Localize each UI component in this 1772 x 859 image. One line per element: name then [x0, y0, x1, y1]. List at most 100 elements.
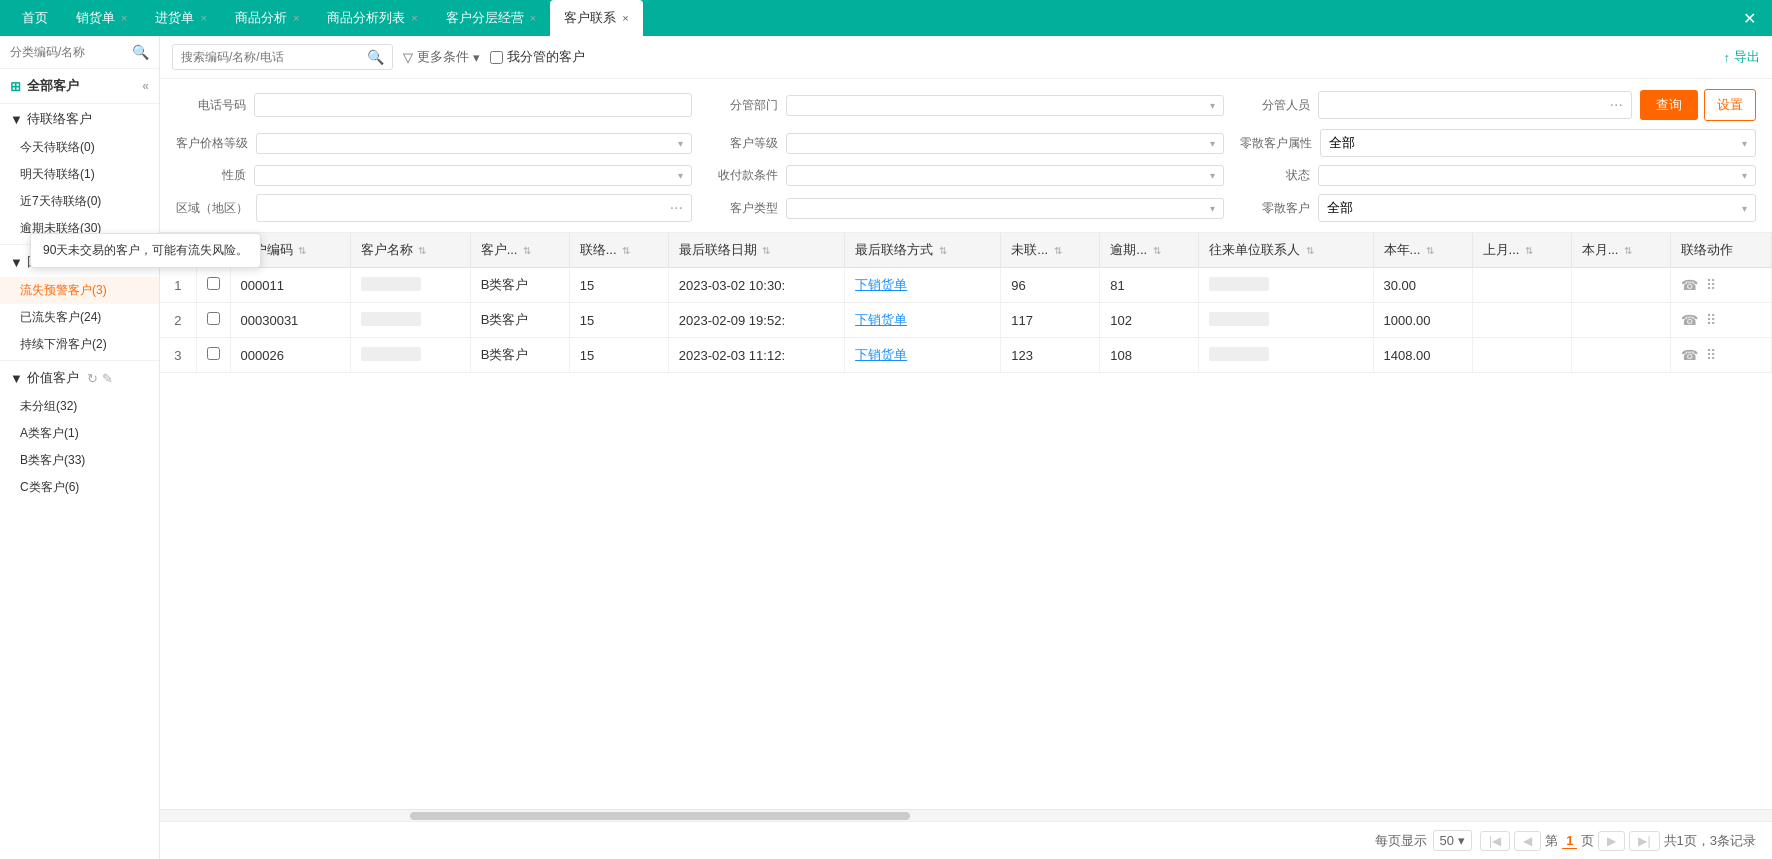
- collapse-icon[interactable]: «: [142, 79, 149, 93]
- settings-button[interactable]: 设置: [1704, 89, 1756, 121]
- nature-select[interactable]: ▾: [254, 165, 692, 186]
- sidebar-item-churn-warning[interactable]: 流失预警客户(3): [0, 277, 159, 304]
- per-page-label: 每页显示: [1375, 832, 1427, 850]
- row-contact: 15: [569, 338, 668, 373]
- close-icon[interactable]: ×: [200, 12, 206, 24]
- sidebar-item-declining[interactable]: 持续下滑客户(2): [0, 331, 159, 358]
- first-page-button[interactable]: |◀: [1480, 831, 1510, 851]
- tab-product-analysis[interactable]: 商品分析 ×: [221, 0, 313, 36]
- sidebar-item-ungrouped[interactable]: 未分组(32): [0, 393, 159, 420]
- per-page-select[interactable]: 50 ▾: [1433, 830, 1472, 851]
- last-method-link[interactable]: 下销货单: [855, 312, 907, 327]
- zero-attr-select[interactable]: 全部 ▾: [1320, 129, 1756, 157]
- status-select[interactable]: ▾: [1318, 165, 1756, 186]
- col-uncontacted[interactable]: 未联... ⇅: [1001, 233, 1100, 268]
- contact-icon[interactable]: ☎: [1681, 347, 1698, 363]
- sidebar-search-input[interactable]: [10, 45, 126, 59]
- query-button[interactable]: 查询: [1640, 90, 1698, 120]
- close-icon[interactable]: ×: [121, 12, 127, 24]
- region-label: 区域（地区）: [176, 200, 248, 217]
- filter-zero-customer-row: 零散客户 全部 ▾: [1240, 194, 1756, 222]
- row-index: 2: [160, 303, 196, 338]
- last-page-button[interactable]: ▶|: [1629, 831, 1659, 851]
- horizontal-scrollbar[interactable]: [160, 809, 1772, 821]
- col-name[interactable]: 客户名称 ⇅: [350, 233, 470, 268]
- customer-type-select[interactable]: ▾: [786, 198, 1224, 219]
- tab-product-analysis-list[interactable]: 商品分析列表 ×: [313, 0, 431, 36]
- next-page-button[interactable]: ▶: [1598, 831, 1625, 851]
- row-checkbox-input[interactable]: [207, 347, 220, 360]
- edit-icon[interactable]: ✎: [102, 371, 113, 386]
- sidebar-item-7day-contact[interactable]: 近7天待联络(0): [0, 188, 159, 215]
- chevron-down-icon: ▾: [1742, 138, 1747, 149]
- sidebar-group-value[interactable]: ▼ 价值客户 ↻ ✎: [0, 363, 159, 393]
- row-checkbox-input[interactable]: [207, 277, 220, 290]
- prev-page-button[interactable]: ◀: [1514, 831, 1541, 851]
- search-input[interactable]: [181, 50, 361, 64]
- more-dots-icon[interactable]: ···: [1610, 96, 1623, 114]
- row-overdue: 108: [1100, 338, 1199, 373]
- phone-input[interactable]: [254, 93, 692, 117]
- last-method-link[interactable]: 下销货单: [855, 277, 907, 292]
- window-close-button[interactable]: ✕: [1735, 9, 1764, 28]
- contact-icon[interactable]: ☎: [1681, 312, 1698, 328]
- row-checkbox-input[interactable]: [207, 312, 220, 325]
- contact-icon[interactable]: ☎: [1681, 277, 1698, 293]
- close-icon[interactable]: ×: [411, 12, 417, 24]
- sidebar-item-class-a[interactable]: A类客户(1): [0, 420, 159, 447]
- zero-customer-select[interactable]: 全部 ▾: [1318, 194, 1756, 222]
- price-grade-select[interactable]: ▾: [256, 133, 692, 154]
- my-customer-filter[interactable]: 我分管的客户: [490, 48, 585, 66]
- payment-select[interactable]: ▾: [786, 165, 1224, 186]
- customer-grade-select[interactable]: ▾: [786, 133, 1224, 154]
- search-icon[interactable]: 🔍: [367, 49, 384, 65]
- scrollbar-thumb[interactable]: [410, 812, 910, 820]
- more-conditions-button[interactable]: ▽ 更多条件 ▾: [403, 48, 480, 66]
- sidebar-item-class-c[interactable]: C类客户(6): [0, 474, 159, 501]
- filter-region-row: 区域（地区） ···: [176, 194, 692, 222]
- more-action-icon[interactable]: ⠿: [1706, 277, 1716, 293]
- sidebar-item-today-contact[interactable]: 今天待联络(0): [0, 134, 159, 161]
- sidebar-group-pending[interactable]: ▼ 待联络客户: [0, 104, 159, 134]
- dept-select[interactable]: ▾: [786, 95, 1224, 116]
- filter-customer-type-row: 客户类型 ▾: [708, 194, 1224, 222]
- table-row: 3 000026 B类客户 15 2023-02-03 11:12: 下销货单 …: [160, 338, 1772, 373]
- sidebar-item-class-b[interactable]: B类客户(33): [0, 447, 159, 474]
- row-name: [350, 268, 470, 303]
- tab-purchase-order[interactable]: 进货单 ×: [141, 0, 220, 36]
- col-contact[interactable]: 联络... ⇅: [569, 233, 668, 268]
- region-select[interactable]: ···: [256, 194, 692, 222]
- col-last-date[interactable]: 最后联络日期 ⇅: [668, 233, 844, 268]
- close-icon[interactable]: ×: [622, 12, 628, 24]
- more-action-icon[interactable]: ⠿: [1706, 347, 1716, 363]
- filter-status-row: 状态 ▾: [1240, 165, 1756, 186]
- col-last-month[interactable]: 上月... ⇅: [1472, 233, 1571, 268]
- last-method-link[interactable]: 下销货单: [855, 347, 907, 362]
- col-contact-person[interactable]: 往来单位联系人 ⇅: [1199, 233, 1373, 268]
- my-customer-checkbox[interactable]: [490, 51, 503, 64]
- sidebar-all-customers[interactable]: ⊞ 全部客户 «: [0, 69, 159, 104]
- tab-home[interactable]: 首页: [8, 0, 62, 36]
- refresh-icon[interactable]: ↻: [87, 371, 98, 386]
- tab-customer-tier[interactable]: 客户分层经营 ×: [432, 0, 550, 36]
- person-select[interactable]: ···: [1318, 91, 1632, 119]
- col-this-year[interactable]: 本年... ⇅: [1373, 233, 1472, 268]
- col-last-method[interactable]: 最后联络方式 ⇅: [845, 233, 1001, 268]
- tab-sales-order[interactable]: 销货单 ×: [62, 0, 141, 36]
- col-this-month[interactable]: 本月... ⇅: [1571, 233, 1670, 268]
- row-type: B类客户: [470, 338, 569, 373]
- row-last-month: [1472, 338, 1571, 373]
- sidebar-item-churned[interactable]: 已流失客户(24): [0, 304, 159, 331]
- blurred-name: [361, 347, 421, 361]
- col-overdue[interactable]: 逾期... ⇅: [1100, 233, 1199, 268]
- col-type[interactable]: 客户... ⇅: [470, 233, 569, 268]
- close-icon[interactable]: ×: [293, 12, 299, 24]
- status-label: 状态: [1240, 167, 1310, 184]
- export-icon: ↑: [1724, 50, 1731, 65]
- tab-customer-contact[interactable]: 客户联系 ×: [550, 0, 642, 36]
- close-icon[interactable]: ×: [530, 12, 536, 24]
- export-button[interactable]: ↑ 导出: [1724, 48, 1761, 66]
- more-dots-icon[interactable]: ···: [670, 199, 683, 217]
- more-action-icon[interactable]: ⠿: [1706, 312, 1716, 328]
- sidebar-item-tomorrow-contact[interactable]: 明天待联络(1): [0, 161, 159, 188]
